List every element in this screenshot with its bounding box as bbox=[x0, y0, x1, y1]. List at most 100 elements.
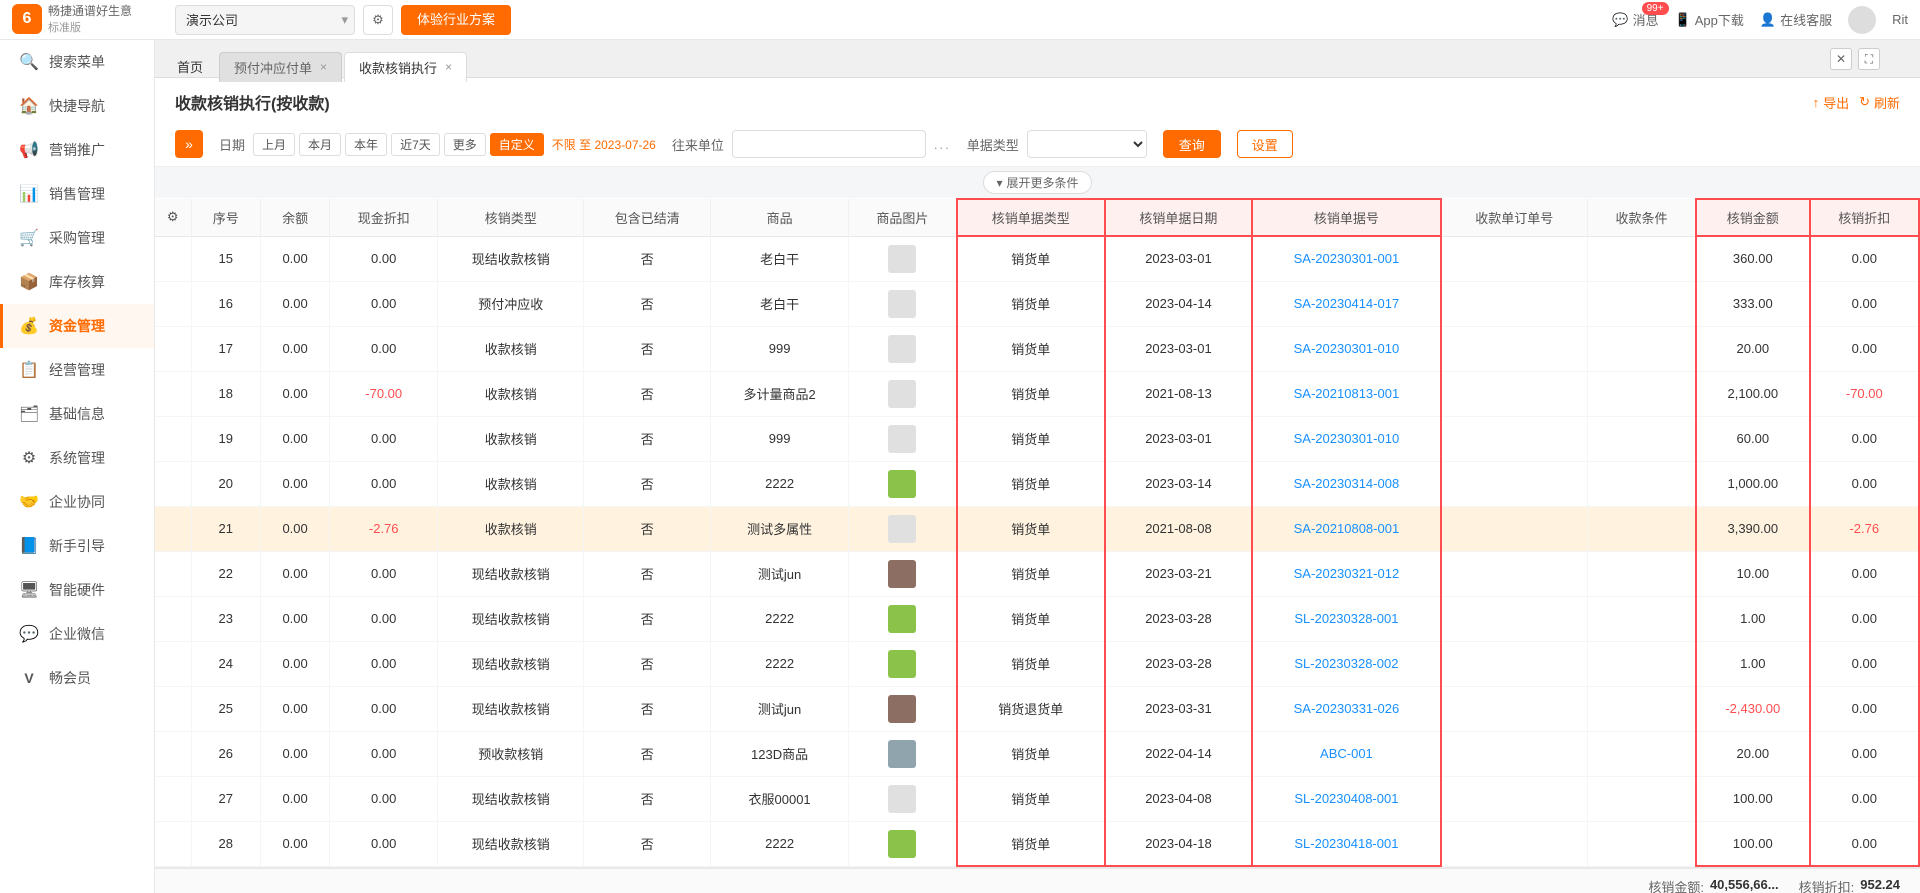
company-selector[interactable]: 演示公司 ▾ bbox=[175, 5, 355, 35]
cell-balance: 0.00 bbox=[260, 551, 329, 596]
cell-balance: 0.00 bbox=[260, 326, 329, 371]
export-button[interactable]: ↑ 导出 bbox=[1813, 93, 1850, 112]
date-btn-more[interactable]: 更多 bbox=[444, 133, 486, 156]
date-label: 日期 bbox=[219, 135, 245, 154]
sidebar-item-marketing[interactable]: 📢 营销推广 bbox=[0, 128, 154, 172]
th-balance: 余额 bbox=[260, 199, 329, 236]
cell-voucher-no[interactable]: SL-20230408-001 bbox=[1252, 776, 1440, 821]
date-btn-this-month[interactable]: 本月 bbox=[299, 133, 341, 156]
sidebar-item-funds[interactable]: 💰 资金管理 bbox=[0, 304, 154, 348]
th-included: 包含已结清 bbox=[584, 199, 711, 236]
cell-voucher-date: 2023-03-01 bbox=[1105, 326, 1253, 371]
industry-button[interactable]: 体验行业方案 bbox=[401, 5, 511, 35]
sidebar-item-inventory[interactable]: 📦 库存核算 bbox=[0, 260, 154, 304]
cell-voucher-no[interactable]: SA-20230301-010 bbox=[1252, 326, 1440, 371]
sidebar-item-operations[interactable]: 📋 经营管理 bbox=[0, 348, 154, 392]
tab-close-prepay[interactable]: × bbox=[320, 60, 327, 74]
cell-balance: 0.00 bbox=[260, 236, 329, 281]
settings-button[interactable]: 设置 bbox=[1237, 130, 1293, 158]
expand-conditions-button[interactable]: ▾ 展开更多条件 bbox=[983, 171, 1091, 194]
goods-image bbox=[888, 335, 916, 363]
cell-gear bbox=[155, 281, 191, 326]
cell-voucher-no[interactable]: SA-20230314-008 bbox=[1252, 461, 1440, 506]
online-service-button[interactable]: 👤 在线客服 bbox=[1760, 10, 1832, 29]
sidebar-item-quicknav[interactable]: 🏠 快捷导航 bbox=[0, 84, 154, 128]
close-window-button[interactable]: ✕ bbox=[1830, 48, 1852, 70]
tab-home[interactable]: 首页 bbox=[163, 52, 217, 82]
cell-voucher-no[interactable]: SL-20230328-002 bbox=[1252, 641, 1440, 686]
cell-voucher-no[interactable]: SA-20230301-010 bbox=[1252, 416, 1440, 461]
cell-payment-terms bbox=[1587, 461, 1696, 506]
cell-verify-discount: 0.00 bbox=[1810, 596, 1919, 641]
date-btn-custom[interactable]: 自定义 bbox=[490, 133, 544, 156]
cell-verify-amount: 10.00 bbox=[1696, 551, 1810, 596]
cell-gear bbox=[155, 461, 191, 506]
cell-included: 否 bbox=[584, 776, 711, 821]
sidebar-item-enterprise[interactable]: 🤝 企业协同 bbox=[0, 480, 154, 524]
filter-expand-button[interactable]: » bbox=[175, 130, 203, 158]
table-row: 17 0.00 0.00 收款核销 否 999 销货单 2023-03-01 S… bbox=[155, 326, 1919, 371]
tab-receipt[interactable]: 收款核销执行 × bbox=[344, 52, 467, 82]
cell-goods-img bbox=[848, 416, 957, 461]
cell-verify-discount: 0.00 bbox=[1810, 686, 1919, 731]
cell-goods-img bbox=[848, 641, 957, 686]
tab-close-receipt[interactable]: × bbox=[445, 60, 452, 74]
date-buttons: 上月 本月 本年 近7天 更多 自定义 bbox=[253, 133, 544, 156]
th-payment-terms: 收款条件 bbox=[1587, 199, 1696, 236]
sidebar-item-newguide[interactable]: 📘 新手引导 bbox=[0, 524, 154, 568]
cell-verify-amount: -2,430.00 bbox=[1696, 686, 1810, 731]
cell-cash-discount: 0.00 bbox=[330, 641, 438, 686]
goods-image bbox=[888, 740, 916, 768]
cell-included: 否 bbox=[584, 506, 711, 551]
cell-verify-type: 收款核销 bbox=[438, 371, 584, 416]
receipt-type-select[interactable] bbox=[1027, 130, 1147, 158]
date-btn-this-year[interactable]: 本年 bbox=[345, 133, 387, 156]
counterparty-input[interactable] bbox=[732, 130, 926, 158]
th-gear[interactable]: ⚙ bbox=[155, 199, 191, 236]
cell-verify-amount: 60.00 bbox=[1696, 416, 1810, 461]
cell-payment-terms bbox=[1587, 416, 1696, 461]
cell-verify-type: 收款核销 bbox=[438, 461, 584, 506]
cell-voucher-no[interactable]: SA-20210813-001 bbox=[1252, 371, 1440, 416]
cell-voucher-no[interactable]: SA-20230414-017 bbox=[1252, 281, 1440, 326]
sidebar-label-quicknav: 快捷导航 bbox=[49, 96, 105, 116]
cell-verify-discount: 0.00 bbox=[1810, 281, 1919, 326]
cell-cash-discount: 0.00 bbox=[330, 281, 438, 326]
sidebar-item-basics[interactable]: 🗂 基础信息 bbox=[0, 392, 154, 436]
sidebar-item-hardware[interactable]: 🖥 智能硬件 bbox=[0, 568, 154, 612]
cell-voucher-no[interactable]: SL-20230328-001 bbox=[1252, 596, 1440, 641]
app-download-button[interactable]: 📱 App下载 bbox=[1675, 10, 1744, 29]
cell-voucher-no[interactable]: SL-20230418-001 bbox=[1252, 821, 1440, 866]
sidebar-item-sales[interactable]: 📊 销售管理 bbox=[0, 172, 154, 216]
tab-prepay[interactable]: 预付冲应付单 × bbox=[219, 52, 342, 82]
date-btn-7days[interactable]: 近7天 bbox=[391, 133, 440, 156]
sidebar-item-purchase[interactable]: 🛒 采购管理 bbox=[0, 216, 154, 260]
cell-balance: 0.00 bbox=[260, 776, 329, 821]
cell-voucher-no[interactable]: SA-20230321-012 bbox=[1252, 551, 1440, 596]
maximize-window-button[interactable]: ⛶ bbox=[1858, 48, 1880, 70]
table-row: 20 0.00 0.00 收款核销 否 2222 销货单 2023-03-14 … bbox=[155, 461, 1919, 506]
cell-goods-img bbox=[848, 551, 957, 596]
cell-voucher-type: 销货退货单 bbox=[957, 686, 1105, 731]
counterparty-label: 往来单位 bbox=[672, 135, 724, 154]
cell-goods-img bbox=[848, 821, 957, 866]
user-avatar[interactable] bbox=[1848, 6, 1876, 34]
sidebar-item-system[interactable]: ⚙ 系统管理 bbox=[0, 436, 154, 480]
notifications-button[interactable]: 💬 消息 99+ bbox=[1612, 10, 1658, 29]
goods-image bbox=[888, 425, 916, 453]
cell-voucher-no[interactable]: SA-20210808-001 bbox=[1252, 506, 1440, 551]
cell-voucher-no[interactable]: ABC-001 bbox=[1252, 731, 1440, 776]
table-row: 26 0.00 0.00 预收款核销 否 123D商品 销货单 2022-04-… bbox=[155, 731, 1919, 776]
cell-voucher-no[interactable]: SA-20230301-001 bbox=[1252, 236, 1440, 281]
receipt-type-filter-group: 单据类型 bbox=[967, 130, 1147, 158]
sidebar-item-wechat[interactable]: 💬 企业微信 bbox=[0, 612, 154, 656]
query-button[interactable]: 查询 bbox=[1163, 130, 1221, 158]
sidebar-item-search[interactable]: 🔍 搜索菜单 bbox=[0, 40, 154, 84]
refresh-button[interactable]: ↻ 刷新 bbox=[1859, 93, 1900, 112]
gear-button[interactable]: ⚙ bbox=[363, 5, 393, 35]
date-btn-last-month[interactable]: 上月 bbox=[253, 133, 295, 156]
sidebar-item-member[interactable]: V 畅会员 bbox=[0, 656, 154, 700]
table-row: 15 0.00 0.00 现结收款核销 否 老白干 销货单 2023-03-01… bbox=[155, 236, 1919, 281]
cell-voucher-no[interactable]: SA-20230331-026 bbox=[1252, 686, 1440, 731]
logo-icon: 6 bbox=[12, 4, 42, 34]
